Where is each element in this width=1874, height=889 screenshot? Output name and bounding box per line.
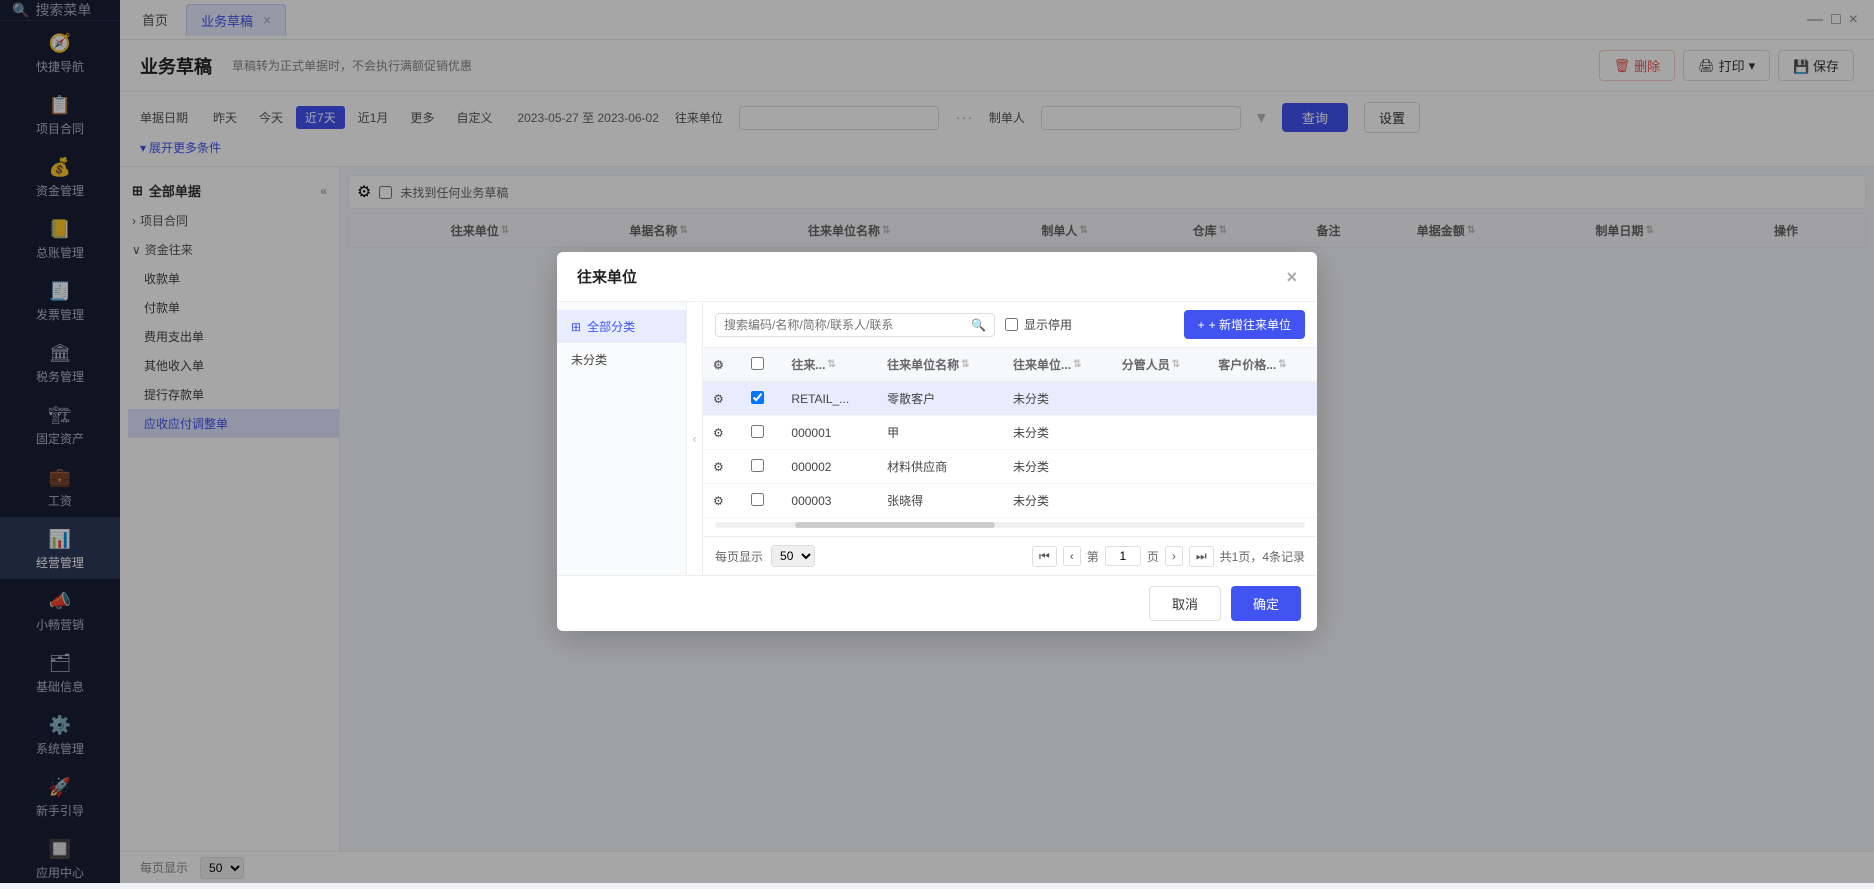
row-category: 未分类 <box>1003 484 1112 518</box>
page-unit: 页 <box>1147 548 1159 565</box>
page-number-input[interactable] <box>1105 546 1141 566</box>
prev-page-button[interactable]: ‹ <box>1063 546 1081 566</box>
dialog-sidebar: ⊞ 全部分类 未分类 <box>557 302 687 575</box>
row-salesperson <box>1112 416 1208 450</box>
cancel-button[interactable]: 取消 <box>1149 586 1221 621</box>
row-checkbox[interactable] <box>751 391 764 404</box>
dialog-sidebar-collapse-button[interactable]: ‹ <box>687 302 703 575</box>
dialog-title: 往来单位 <box>577 266 637 287</box>
gear-icon[interactable]: ⚙ <box>713 358 724 372</box>
dialog-actions: 取消 确定 <box>557 575 1317 631</box>
dialog-col-check <box>741 348 782 382</box>
dialog-footer-bar: 每页显示 50 ⏮ ‹ 第 页 › ⏭ 共1页，4条记录 <box>703 536 1317 575</box>
page-controls: ⏮ ‹ 第 页 › ⏭ 共1页，4条记录 <box>1032 546 1305 567</box>
grid-icon-small: ⊞ <box>571 320 581 334</box>
per-page-label: 每页显示 <box>715 548 763 565</box>
row-checkbox[interactable] <box>751 459 764 472</box>
row-price <box>1208 416 1317 450</box>
dialog-table-header-row: ⚙ 往来... 往来单位名称 往来单位... 分管人员 客户价格... <box>703 348 1317 382</box>
dialog-col-price: 客户价格... <box>1208 348 1317 382</box>
add-counterpart-button[interactable]: + + 新增往来单位 <box>1184 310 1305 339</box>
dialog-body: ⊞ 全部分类 未分类 ‹ 🔍 <box>557 302 1317 575</box>
page-label: 第 <box>1087 548 1099 565</box>
modal-overlay: 往来单位 × ⊞ 全部分类 未分类 ‹ <box>0 0 1874 883</box>
row-code: 000001 <box>781 416 877 450</box>
row-settings[interactable]: ⚙ <box>703 416 741 450</box>
dialog-table-row[interactable]: ⚙ 000001 甲 未分类 <box>703 416 1317 450</box>
dialog-table-row[interactable]: ⚙ RETAIL_... 零散客户 未分类 <box>703 382 1317 416</box>
row-price <box>1208 382 1317 416</box>
row-code: 000002 <box>781 450 877 484</box>
show-disabled-label[interactable]: 显示停用 <box>1005 316 1072 333</box>
row-code: 000003 <box>781 484 877 518</box>
scrollbar-thumb[interactable] <box>795 522 995 528</box>
row-name: 材料供应商 <box>877 450 1003 484</box>
dialog-toolbar: 🔍 显示停用 + + 新增往来单位 <box>703 302 1317 348</box>
row-check[interactable] <box>741 416 782 450</box>
confirm-button[interactable]: 确定 <box>1231 586 1301 621</box>
chevron-left-icon: ‹ <box>693 432 697 446</box>
row-name: 张晓得 <box>877 484 1003 518</box>
row-salesperson <box>1112 450 1208 484</box>
next-page-button[interactable]: › <box>1165 546 1183 566</box>
row-name: 甲 <box>877 416 1003 450</box>
dialog-table-wrap: ⚙ 往来... 往来单位名称 往来单位... 分管人员 客户价格... ⚙ <box>703 348 1317 536</box>
search-box[interactable]: 🔍 <box>715 313 995 337</box>
dialog-counterpart: 往来单位 × ⊞ 全部分类 未分类 ‹ <box>557 252 1317 631</box>
last-page-button[interactable]: ⏭ <box>1189 546 1214 567</box>
row-settings[interactable]: ⚙ <box>703 450 741 484</box>
dialog-col-name: 往来单位名称 <box>877 348 1003 382</box>
show-disabled-checkbox[interactable] <box>1005 318 1018 331</box>
dialog-table: ⚙ 往来... 往来单位名称 往来单位... 分管人员 客户价格... ⚙ <box>703 348 1317 518</box>
row-code: RETAIL_... <box>781 382 877 416</box>
row-salesperson <box>1112 484 1208 518</box>
row-price <box>1208 484 1317 518</box>
dialog-col-settings: ⚙ <box>703 348 741 382</box>
search-input[interactable] <box>724 318 965 332</box>
row-check[interactable] <box>741 450 782 484</box>
row-price <box>1208 450 1317 484</box>
gear-icon: ⚙ <box>713 426 724 440</box>
dialog-main: 🔍 显示停用 + + 新增往来单位 <box>703 302 1317 575</box>
row-category: 未分类 <box>1003 382 1112 416</box>
row-check[interactable] <box>741 382 782 416</box>
dialog-header: 往来单位 × <box>557 252 1317 302</box>
row-category: 未分类 <box>1003 450 1112 484</box>
row-checkbox[interactable] <box>751 425 764 438</box>
dialog-table-row[interactable]: ⚙ 000002 材料供应商 未分类 <box>703 450 1317 484</box>
dialog-close-button[interactable]: × <box>1286 268 1297 286</box>
gear-icon: ⚙ <box>713 494 724 508</box>
search-icon: 🔍 <box>971 318 986 332</box>
plus-icon: + <box>1198 318 1205 332</box>
row-category: 未分类 <box>1003 416 1112 450</box>
row-settings[interactable]: ⚙ <box>703 382 741 416</box>
row-check[interactable] <box>741 484 782 518</box>
horizontal-scrollbar[interactable] <box>715 522 1305 528</box>
dialog-col-code: 往来... <box>781 348 877 382</box>
per-page-select[interactable]: 50 <box>771 545 815 567</box>
dialog-table-row[interactable]: ⚙ 000003 张晓得 未分类 <box>703 484 1317 518</box>
dialog-table-body: ⚙ RETAIL_... 零散客户 未分类 ⚙ 000001 甲 未分类 ⚙ 0… <box>703 382 1317 518</box>
gear-icon: ⚙ <box>713 392 724 406</box>
gear-icon: ⚙ <box>713 460 724 474</box>
row-settings[interactable]: ⚙ <box>703 484 741 518</box>
dialog-col-salesperson: 分管人员 <box>1112 348 1208 382</box>
row-name: 零散客户 <box>877 382 1003 416</box>
row-checkbox[interactable] <box>751 493 764 506</box>
total-info: 共1页，4条记录 <box>1220 548 1305 565</box>
dialog-sidebar-all[interactable]: ⊞ 全部分类 <box>557 310 686 343</box>
row-salesperson <box>1112 382 1208 416</box>
dialog-sidebar-uncategorized[interactable]: 未分类 <box>557 343 686 376</box>
first-page-button[interactable]: ⏮ <box>1032 546 1057 567</box>
dialog-select-all[interactable] <box>751 357 764 370</box>
dialog-col-category: 往来单位... <box>1003 348 1112 382</box>
